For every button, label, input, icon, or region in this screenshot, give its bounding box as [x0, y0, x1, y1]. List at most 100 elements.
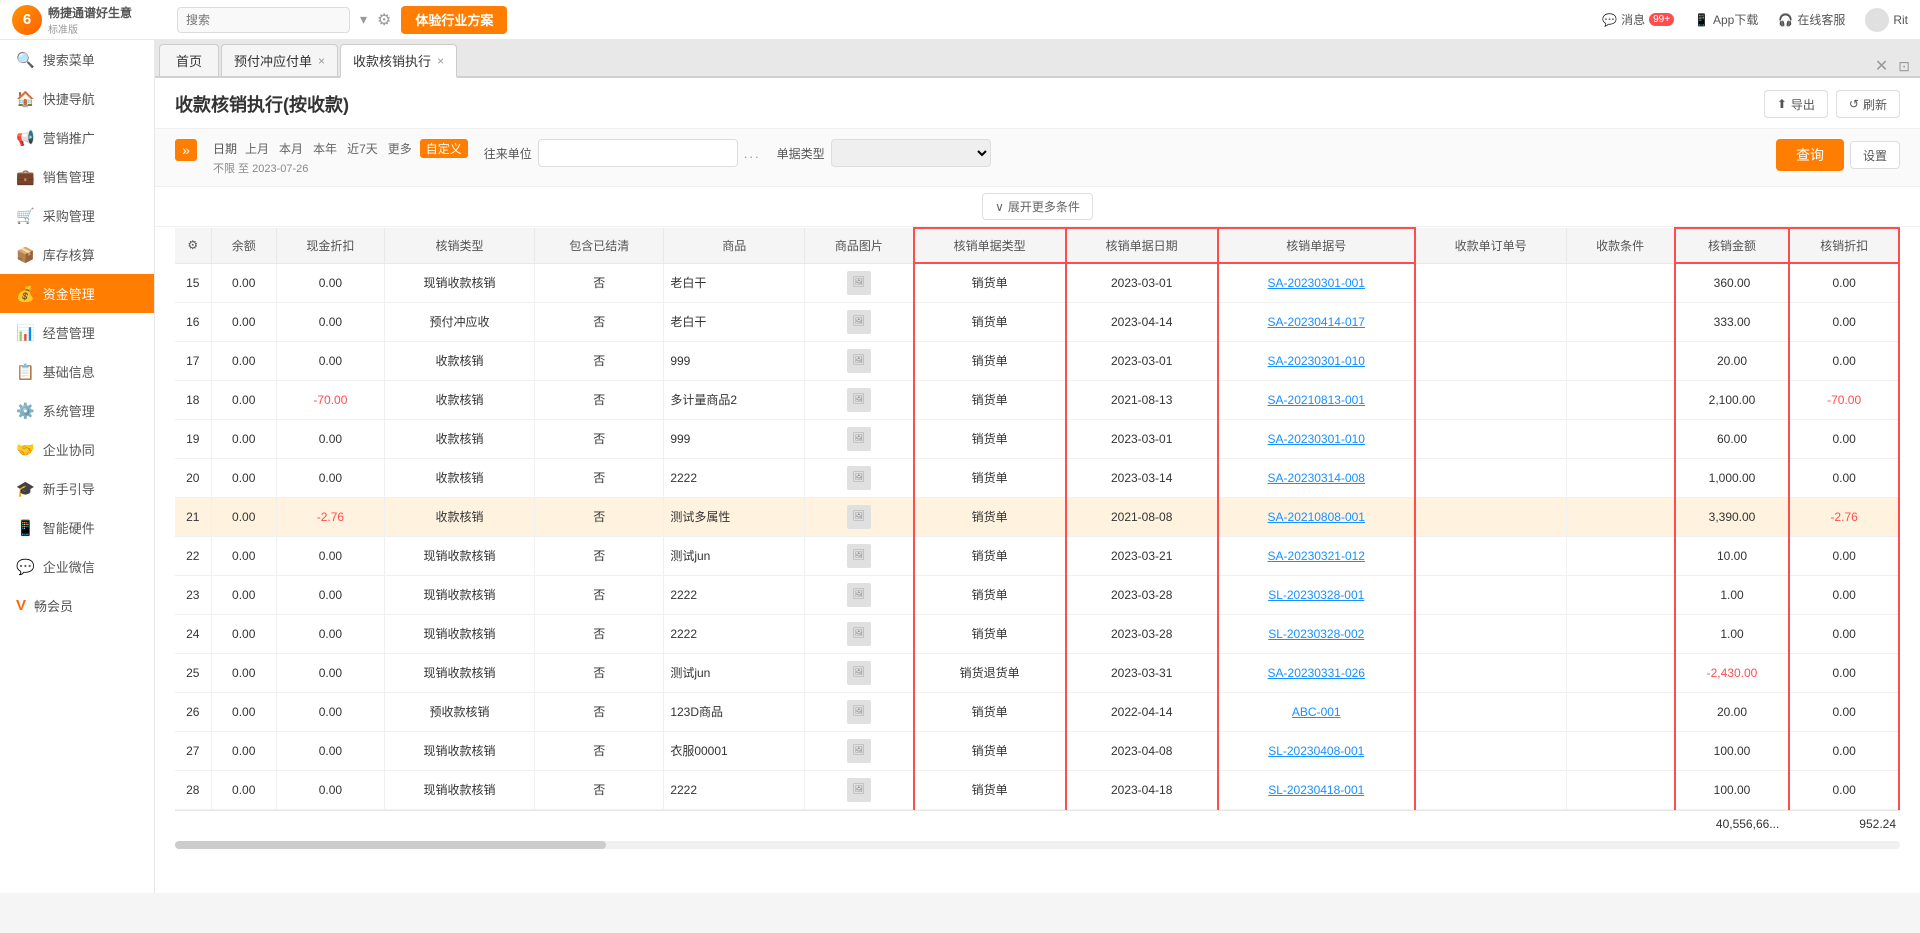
tab-prepay[interactable]: 预付冲应付单 × [221, 44, 338, 76]
cell-rownum: 15 [175, 263, 211, 302]
cell-verify-doc-no[interactable]: SL-20230328-001 [1218, 575, 1415, 614]
close-window-btn[interactable]: ✕ [1875, 56, 1888, 76]
cell-balance: 0.00 [211, 731, 276, 770]
cell-receipt-order [1415, 575, 1566, 614]
table-row: 26 0.00 0.00 预收款核销 否 123D商品 🖼 销货单 2022-0… [175, 692, 1899, 731]
cell-included: 否 [535, 341, 664, 380]
page-content: 收款核销执行(按收款) ⬆ 导出 ↺ 刷新 » 日期 上月 本月 [155, 78, 1920, 893]
from-unit-input[interactable] [538, 139, 738, 167]
top-search-input[interactable] [177, 7, 350, 33]
receipt-type-select[interactable] [831, 139, 991, 167]
cell-verify-discount: -2.76 [1789, 497, 1899, 536]
cell-verify-type: 现销收款核销 [384, 653, 534, 692]
app-download-btn[interactable]: 📱 App下载 [1694, 11, 1758, 28]
message-icon: 💬 [1602, 13, 1617, 27]
sales-icon: 💼 [16, 168, 35, 186]
cell-verify-type: 现销收款核销 [384, 263, 534, 302]
settings-gear-btn[interactable]: ⚙ [377, 10, 391, 30]
cell-verify-doc-no[interactable]: SA-20210808-001 [1218, 497, 1415, 536]
notification-btn[interactable]: 💬 消息 99+ [1602, 11, 1674, 28]
table-row: 19 0.00 0.00 收款核销 否 999 🖼 销货单 2023-03-01… [175, 419, 1899, 458]
sidebar-item-inventory[interactable]: 📦 库存核算 [0, 235, 154, 274]
user-avatar[interactable]: Rit [1865, 8, 1908, 32]
sidebar-item-newbie[interactable]: 🎓 新手引导 [0, 469, 154, 508]
sidebar-item-sys-mgmt[interactable]: ⚙️ 系统管理 [0, 391, 154, 430]
tab-receipt[interactable]: 收款核销执行 × [340, 44, 457, 78]
table-row: 21 0.00 -2.76 收款核销 否 测试多属性 🖼 销货单 2021-08… [175, 497, 1899, 536]
last-7days-btn[interactable]: 近7天 [345, 140, 380, 157]
settings-btn[interactable]: 设置 [1850, 141, 1900, 169]
more-date-btn[interactable]: 更多 [386, 140, 414, 157]
cell-balance: 0.00 [211, 380, 276, 419]
cell-cash-discount: 0.00 [276, 731, 384, 770]
cell-verify-doc-no[interactable]: SA-20230301-001 [1218, 263, 1415, 302]
this-year-btn[interactable]: 本年 [311, 140, 339, 157]
expand-more-btn[interactable]: ∨ 展开更多条件 [982, 193, 1093, 220]
cell-balance: 0.00 [211, 263, 276, 302]
filter-expand-btn[interactable]: » [175, 139, 197, 161]
date-range-display: 不限 至 2023-07-26 [213, 160, 468, 176]
cell-receipt-condition [1566, 653, 1675, 692]
cell-included: 否 [535, 263, 664, 302]
cell-goods-img: 🖼 [805, 653, 914, 692]
col-header-verify-doc-type: 核销单据类型 [914, 228, 1066, 263]
sidebar-item-capital[interactable]: 💰 资金管理 [0, 274, 154, 313]
scrollbar-thumb[interactable] [175, 841, 606, 849]
sidebar-item-operations[interactable]: 📊 经营管理 [0, 313, 154, 352]
cell-verify-doc-no[interactable]: ABC-001 [1218, 692, 1415, 731]
cell-verify-doc-no[interactable]: SA-20230414-017 [1218, 302, 1415, 341]
horizontal-scrollbar[interactable] [175, 841, 1900, 849]
this-month-btn[interactable]: 本月 [277, 140, 305, 157]
online-service-btn[interactable]: 🎧 在线客服 [1778, 11, 1845, 28]
system-icon: ⚙️ [16, 402, 35, 420]
query-btn[interactable]: 查询 [1776, 139, 1844, 171]
cell-verify-discount: 0.00 [1789, 731, 1899, 770]
sidebar-item-sales[interactable]: 💼 销售管理 [0, 157, 154, 196]
sidebar-item-vip[interactable]: V 畅会员 [0, 586, 154, 625]
cell-verify-date: 2022-04-14 [1066, 692, 1218, 731]
sidebar-item-quick-nav[interactable]: 🏠 快捷导航 [0, 79, 154, 118]
cell-cash-discount: 0.00 [276, 302, 384, 341]
sidebar-item-enterprise-wx[interactable]: 💬 企业微信 [0, 547, 154, 586]
sidebar-item-enterprise-collab[interactable]: 🤝 企业协同 [0, 430, 154, 469]
cell-verify-amount: -2,430.00 [1675, 653, 1789, 692]
cell-verify-doc-no[interactable]: SA-20210813-001 [1218, 380, 1415, 419]
sidebar-item-basic-info[interactable]: 📋 基础信息 [0, 352, 154, 391]
cell-receipt-order [1415, 536, 1566, 575]
custom-date-btn[interactable]: 自定义 [420, 139, 468, 158]
refresh-icon: ↺ [1849, 97, 1859, 111]
sidebar-item-purchase[interactable]: 🛒 采购管理 [0, 196, 154, 235]
industry-solution-btn[interactable]: 体验行业方案 [401, 6, 507, 34]
cell-verify-doc-no[interactable]: SA-20230331-026 [1218, 653, 1415, 692]
cell-receipt-order [1415, 302, 1566, 341]
cell-verify-doc-no[interactable]: SA-20230301-010 [1218, 419, 1415, 458]
export-btn[interactable]: ⬆ 导出 [1764, 90, 1828, 118]
col-header-settings[interactable]: ⚙ [175, 228, 211, 263]
user-icon [1865, 8, 1889, 32]
prepay-tab-close[interactable]: × [318, 54, 325, 68]
cell-verify-doc-no[interactable]: SA-20230301-010 [1218, 341, 1415, 380]
table-settings-icon[interactable]: ⚙ [187, 238, 198, 252]
sidebar-item-search[interactable]: 🔍 搜索菜单 [0, 40, 154, 79]
refresh-btn[interactable]: ↺ 刷新 [1836, 90, 1900, 118]
cell-rownum: 19 [175, 419, 211, 458]
cell-verify-doc-no[interactable]: SA-20230314-008 [1218, 458, 1415, 497]
cell-verify-doc-no[interactable]: SL-20230408-001 [1218, 731, 1415, 770]
cell-verify-doc-no[interactable]: SL-20230418-001 [1218, 770, 1415, 809]
maximize-btn[interactable]: ⊡ [1898, 58, 1910, 75]
expand-conditions-bar: ∨ 展开更多条件 [155, 187, 1920, 227]
table-row: 25 0.00 0.00 现销收款核销 否 测试jun 🖼 销货退货单 2023… [175, 653, 1899, 692]
hardware-icon: 📱 [16, 519, 35, 537]
receipt-tab-close[interactable]: × [437, 54, 444, 68]
sidebar-item-marketing[interactable]: 📢 营销推广 [0, 118, 154, 157]
cell-verify-doc-no[interactable]: SL-20230328-002 [1218, 614, 1415, 653]
dropdown-btn[interactable]: ▾ [360, 11, 367, 28]
sidebar-item-smart-hw[interactable]: 📱 智能硬件 [0, 508, 154, 547]
last-month-btn[interactable]: 上月 [243, 140, 271, 157]
tab-home[interactable]: 首页 [159, 44, 219, 76]
cell-receipt-order [1415, 263, 1566, 302]
col-header-verify-type: 核销类型 [384, 228, 534, 263]
cell-goods-img: 🖼 [805, 458, 914, 497]
cell-verify-doc-no[interactable]: SA-20230321-012 [1218, 536, 1415, 575]
cell-balance: 0.00 [211, 770, 276, 809]
